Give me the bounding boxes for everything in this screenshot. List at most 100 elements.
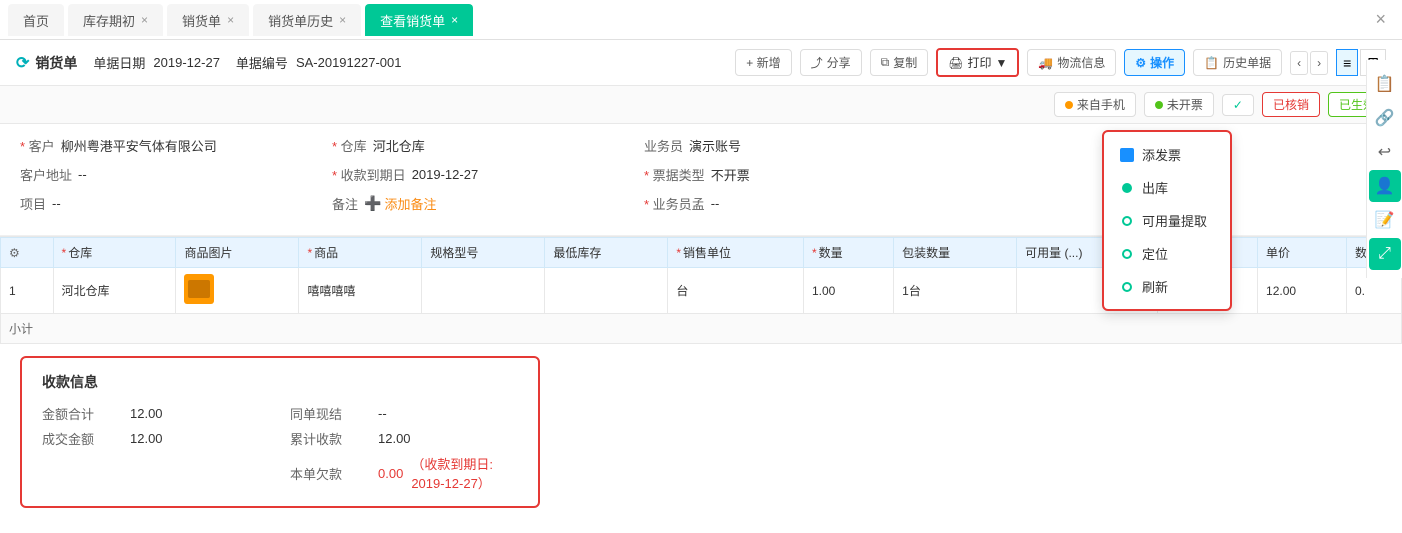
check-icon: ✓ <box>1233 98 1243 112</box>
tab-home-label: 首页 <box>23 11 49 30</box>
history-button[interactable]: 📋 历史单据 <box>1193 49 1282 76</box>
add-note-button[interactable]: ➕ 添加备注 <box>364 194 436 213</box>
row-no: 1 <box>1 268 54 314</box>
total-amount-label: 金额合计 <box>42 404 122 423</box>
dropdown-refresh[interactable]: 刷新 <box>1104 270 1230 303</box>
payment-info-box: 收款信息 金额合计 12.00 同单现结 -- 成交金额 12.00 累计收款 … <box>20 356 540 508</box>
available-qty-icon-wrap <box>1120 214 1134 228</box>
row-pack-qty: 1台 <box>894 268 1017 314</box>
tab-home[interactable]: 首页 <box>8 4 64 36</box>
print-dropdown-arrow: ▼ <box>995 56 1007 70</box>
address-value: -- <box>78 167 87 182</box>
from-phone-button[interactable]: 来自手机 <box>1054 92 1136 117</box>
doc-title: ⟳ 销货单 <box>16 53 77 73</box>
note-label: 备注 <box>332 194 358 213</box>
sidebar-icon-3[interactable]: ↩ <box>1369 136 1401 168</box>
outbound-icon-wrap <box>1120 181 1134 195</box>
warehouse-value: 河北仓库 <box>373 136 425 155</box>
sidebar-icon-1[interactable]: 📋 <box>1369 68 1401 100</box>
available-qty-label: 可用量提取 <box>1142 211 1207 230</box>
transaction-value: 12.00 <box>130 431 163 446</box>
no-label: 单据编号 <box>236 53 288 72</box>
logistics-button[interactable]: 🚚 物流信息 <box>1027 49 1116 76</box>
warehouse-label: 仓库 <box>332 136 367 155</box>
col-product: *商品 <box>299 238 422 268</box>
next-arrow[interactable]: › <box>1310 51 1328 75</box>
col-spec: 规格型号 <box>422 238 545 268</box>
doc-icon: ⟳ <box>16 53 29 73</box>
tab-view-sales[interactable]: 查看销货单 × <box>365 4 473 36</box>
tab-inventory-close[interactable]: × <box>141 13 148 27</box>
already-cancelled-button[interactable]: 已核销 <box>1262 92 1320 117</box>
tab-inventory-label: 库存期初 <box>83 11 135 30</box>
col-unit-price: 单价 <box>1258 238 1347 268</box>
dropdown-locate[interactable]: 定位 <box>1104 237 1230 270</box>
subtotal-row: 小计 <box>1 314 1402 344</box>
window-close-button[interactable]: × <box>1367 5 1394 34</box>
refresh-icon-wrap <box>1120 280 1134 294</box>
payment-date-value: 2019-12-27 <box>412 167 479 182</box>
outbound-label: 出库 <box>1142 178 1168 197</box>
row-warehouse: 河北仓库 <box>53 268 176 314</box>
staff-value: 演示账号 <box>689 136 741 155</box>
customer-label: 客户 <box>20 136 55 155</box>
refresh-icon <box>1122 282 1132 292</box>
address-label: 客户地址 <box>20 165 72 184</box>
dropdown-add-invoice[interactable]: 添发票 <box>1104 138 1230 171</box>
current-due-label: 本单欠款 <box>290 464 370 483</box>
project-label: 项目 <box>20 194 46 213</box>
history-icon: 📋 <box>1204 56 1219 70</box>
payment-date-field: 收款到期日 2019-12-27 <box>332 165 612 184</box>
prev-arrow[interactable]: ‹ <box>1290 51 1308 75</box>
tab-sales-close[interactable]: × <box>227 13 234 27</box>
sec-toolbar: 来自手机 未开票 ✓ 已核销 已生效 <box>0 86 1402 124</box>
row-product-img <box>176 268 299 314</box>
dropdown-outbound[interactable]: 出库 <box>1104 171 1230 204</box>
biz-staff-value: -- <box>711 196 720 211</box>
tab-sales-order[interactable]: 销货单 × <box>167 4 249 36</box>
doc-header: ⟳ 销货单 单据日期 2019-12-27 单据编号 SA-20191227-0… <box>0 40 1402 86</box>
current-due-row: 本单欠款 0.00 （收款到期日: 2019-12-27） <box>290 454 518 492</box>
col-gear: ⚙ <box>1 238 54 268</box>
history-label: 历史单据 <box>1223 54 1271 71</box>
product-image <box>184 274 214 304</box>
print-button[interactable]: 🖨 打印 ▼ <box>936 48 1019 77</box>
tab-sales-label: 销货单 <box>182 11 221 30</box>
list-view-btn[interactable]: ≡ <box>1336 49 1358 76</box>
dropdown-menu: 添发票 出库 可用量提取 定位 <box>1102 130 1232 311</box>
share-button[interactable]: ⤴ 分享 <box>800 49 862 76</box>
new-button[interactable]: + 新增 <box>735 49 791 76</box>
dropdown-available-qty[interactable]: 可用量提取 <box>1104 204 1230 237</box>
tab-sales-history-close[interactable]: × <box>339 13 346 27</box>
share-label: 分享 <box>827 54 851 71</box>
not-opened-button[interactable]: 未开票 <box>1144 92 1214 117</box>
sidebar-icon-4[interactable]: 👤 <box>1369 170 1401 202</box>
subtotal-label: 小计 <box>1 314 1402 344</box>
tab-bar: 首页 库存期初 × 销货单 × 销货单历史 × 查看销货单 × × <box>0 0 1402 40</box>
tab-sales-history[interactable]: 销货单历史 × <box>253 4 361 36</box>
operations-button[interactable]: ⚙ 操作 <box>1124 49 1185 76</box>
col-qty: *数量 <box>803 238 893 268</box>
date-label: 单据日期 <box>93 53 145 72</box>
sidebar-icon-5[interactable]: 📝 <box>1369 204 1401 236</box>
transaction-row: 成交金额 12.00 <box>42 429 270 448</box>
tab-inventory-init[interactable]: 库存期初 × <box>68 4 163 36</box>
invoice-type-label: 票据类型 <box>644 165 705 184</box>
expand-icon[interactable]: ⤢ <box>1369 238 1401 270</box>
copy-button[interactable]: ⧉ 复制 <box>870 49 929 76</box>
doc-no-meta: 单据编号 SA-20191227-001 <box>236 53 402 72</box>
note-placeholder: 添加备注 <box>384 194 436 213</box>
gear-icon[interactable]: ⚙ <box>9 246 20 260</box>
project-value: -- <box>52 196 61 211</box>
customer-value: 柳州粤港平安气体有限公司 <box>61 136 217 155</box>
tab-view-sales-close[interactable]: × <box>451 13 458 27</box>
payment-title: 收款信息 <box>42 372 518 392</box>
logistics-icon: 🚚 <box>1038 56 1053 70</box>
row-unit: 台 <box>668 268 804 314</box>
invoice-type-value: 不开票 <box>711 165 750 184</box>
sidebar-icon-2[interactable]: 🔗 <box>1369 102 1401 134</box>
row-qty: 1.00 <box>803 268 893 314</box>
payment-date-label: 收款到期日 <box>332 165 406 184</box>
add-invoice-label: 添发票 <box>1142 145 1181 164</box>
check-button[interactable]: ✓ <box>1222 94 1254 116</box>
